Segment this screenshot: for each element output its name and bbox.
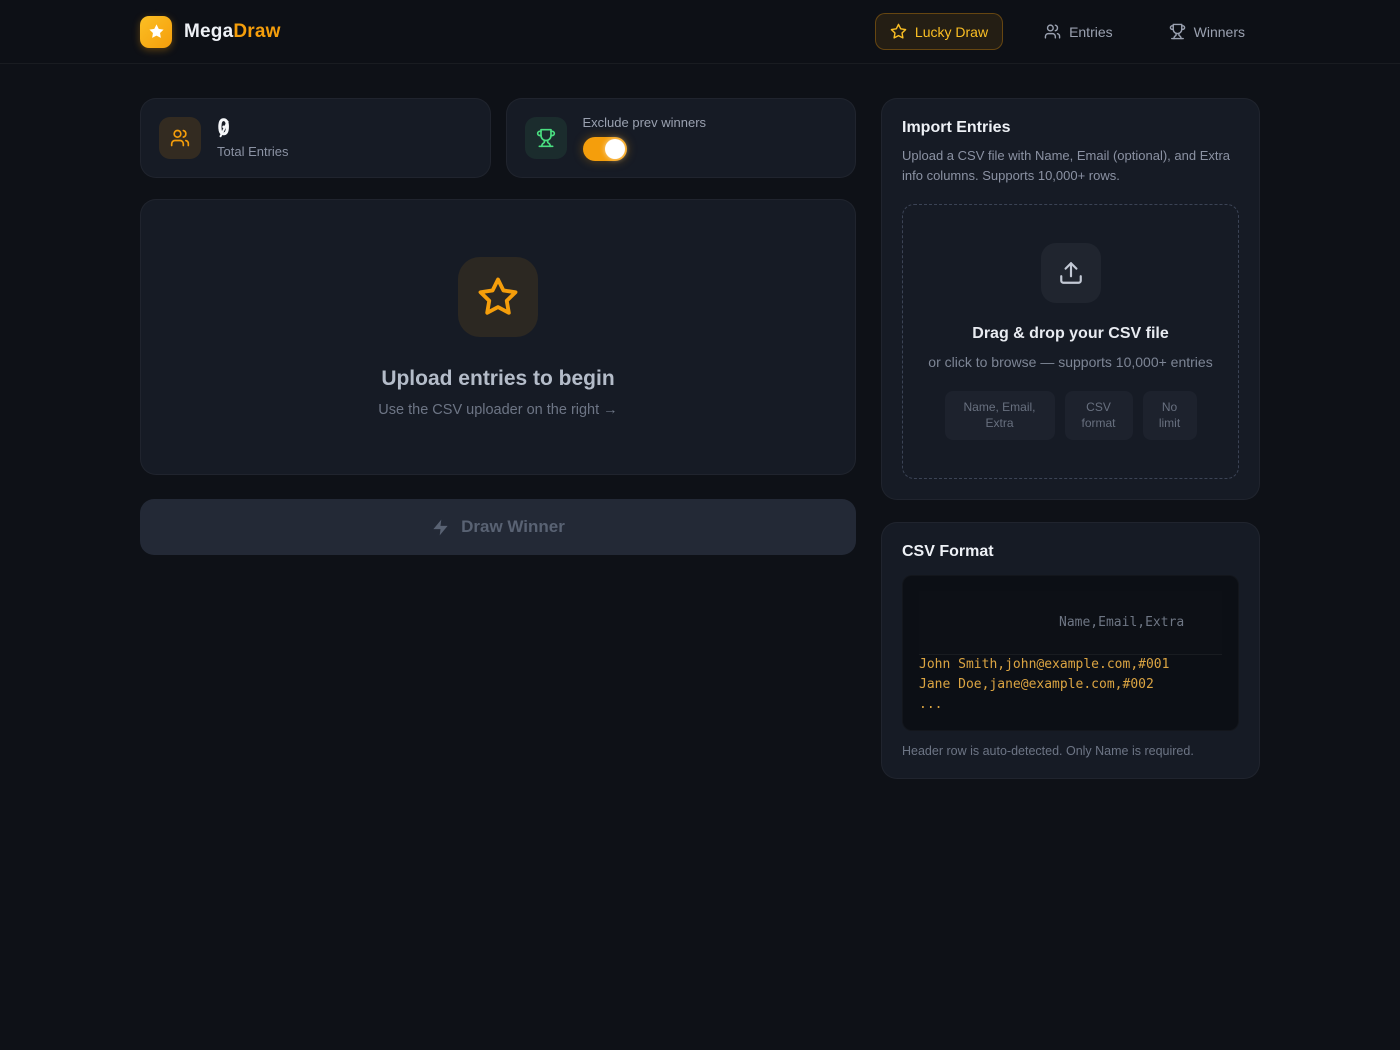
import-entries-description: Upload a CSV file with Name, Email (opti… bbox=[902, 148, 1231, 184]
draw-winner-button[interactable]: Draw Winner bbox=[140, 499, 856, 555]
brand-logo bbox=[140, 15, 172, 48]
code-line: ... bbox=[919, 696, 943, 712]
csv-format-panel: CSV Format Name,Email,Extra John Smith,j… bbox=[881, 522, 1260, 779]
zap-icon bbox=[431, 518, 450, 537]
code-line: Jane Doe,jane@example.com,#002 bbox=[919, 677, 1154, 693]
dropzone-subtitle: or click to browse — supports 10,000+ en… bbox=[928, 354, 1213, 371]
toggle-knob bbox=[604, 139, 625, 159]
trophy-icon bbox=[524, 117, 567, 159]
code-line: Name,Email,Extra bbox=[919, 591, 1222, 656]
total-entries-value: 0 bbox=[217, 116, 230, 141]
stage-title: Upload entries to begin bbox=[381, 366, 615, 390]
upload-icon bbox=[1040, 243, 1101, 304]
toggle-group: Exclude prev winners bbox=[582, 115, 707, 161]
stat-card-total-entries: 0 Total Entries bbox=[140, 98, 491, 178]
brand-title-first: Mega bbox=[184, 20, 234, 42]
right-column: Import Entries Upload a CSV file with Na… bbox=[881, 98, 1260, 779]
nav-item-entries[interactable]: Entries bbox=[1029, 13, 1128, 50]
users-icon bbox=[1044, 23, 1061, 40]
users-icon bbox=[159, 117, 201, 159]
nav-label: Lucky Draw bbox=[914, 23, 989, 40]
star-icon bbox=[890, 23, 907, 40]
chip-columns: Name, Email, Extra bbox=[944, 390, 1055, 441]
app-header: MegaDraw Lucky Draw Entries Winners bbox=[0, 0, 1400, 64]
stat-row: 0 Total Entries Exclude prev winners bbox=[140, 98, 856, 178]
chip-row: Name, Email, Extra CSV format No limit bbox=[944, 390, 1197, 441]
csv-format-title: CSV Format bbox=[902, 543, 994, 561]
brand-title-second: Draw bbox=[233, 20, 281, 42]
trophy-icon bbox=[1169, 23, 1186, 40]
total-entries-label: Total Entries bbox=[217, 144, 289, 160]
nav-item-winners[interactable]: Winners bbox=[1154, 13, 1260, 50]
nav-label: Entries bbox=[1069, 23, 1113, 40]
star-icon bbox=[148, 23, 165, 40]
import-entries-title: Import Entries bbox=[902, 119, 1011, 136]
exclude-winners-label: Exclude prev winners bbox=[582, 115, 707, 130]
code-line: John Smith,john@example.com,#001 bbox=[919, 657, 1170, 673]
left-column: 0 Total Entries Exclude prev winners bbox=[140, 98, 856, 779]
nav-item-lucky-draw[interactable]: Lucky Draw bbox=[874, 13, 1004, 50]
main-nav: Lucky Draw Entries Winners bbox=[874, 13, 1260, 50]
brand: MegaDraw bbox=[140, 15, 281, 48]
draw-winner-label: Draw Winner bbox=[461, 517, 565, 536]
chip-csv-format: CSV format bbox=[1064, 390, 1133, 441]
csv-dropzone[interactable]: Drag & drop your CSV file or click to br… bbox=[902, 204, 1239, 480]
chip-no-limit: No limit bbox=[1142, 390, 1197, 441]
nav-label: Winners bbox=[1193, 23, 1245, 40]
exclude-winners-toggle[interactable] bbox=[582, 137, 627, 161]
star-icon bbox=[458, 256, 538, 337]
csv-code-block: Name,Email,Extra John Smith,john@example… bbox=[902, 575, 1239, 731]
brand-title: MegaDraw bbox=[184, 21, 281, 43]
csv-format-footnote: Header row is auto-detected. Only Name i… bbox=[902, 743, 1194, 758]
main-content: 0 Total Entries Exclude prev winners bbox=[0, 64, 1400, 779]
stat-card-exclude-winners: Exclude prev winners bbox=[505, 98, 856, 178]
stat-text: 0 Total Entries bbox=[217, 116, 289, 160]
dropzone-title: Drag & drop your CSV file bbox=[972, 325, 1169, 343]
import-entries-panel: Import Entries Upload a CSV file with Na… bbox=[881, 98, 1260, 501]
stage-card: Upload entries to begin Use the CSV uplo… bbox=[140, 199, 856, 475]
stage-subtitle: Use the CSV uploader on the right → bbox=[378, 401, 618, 418]
